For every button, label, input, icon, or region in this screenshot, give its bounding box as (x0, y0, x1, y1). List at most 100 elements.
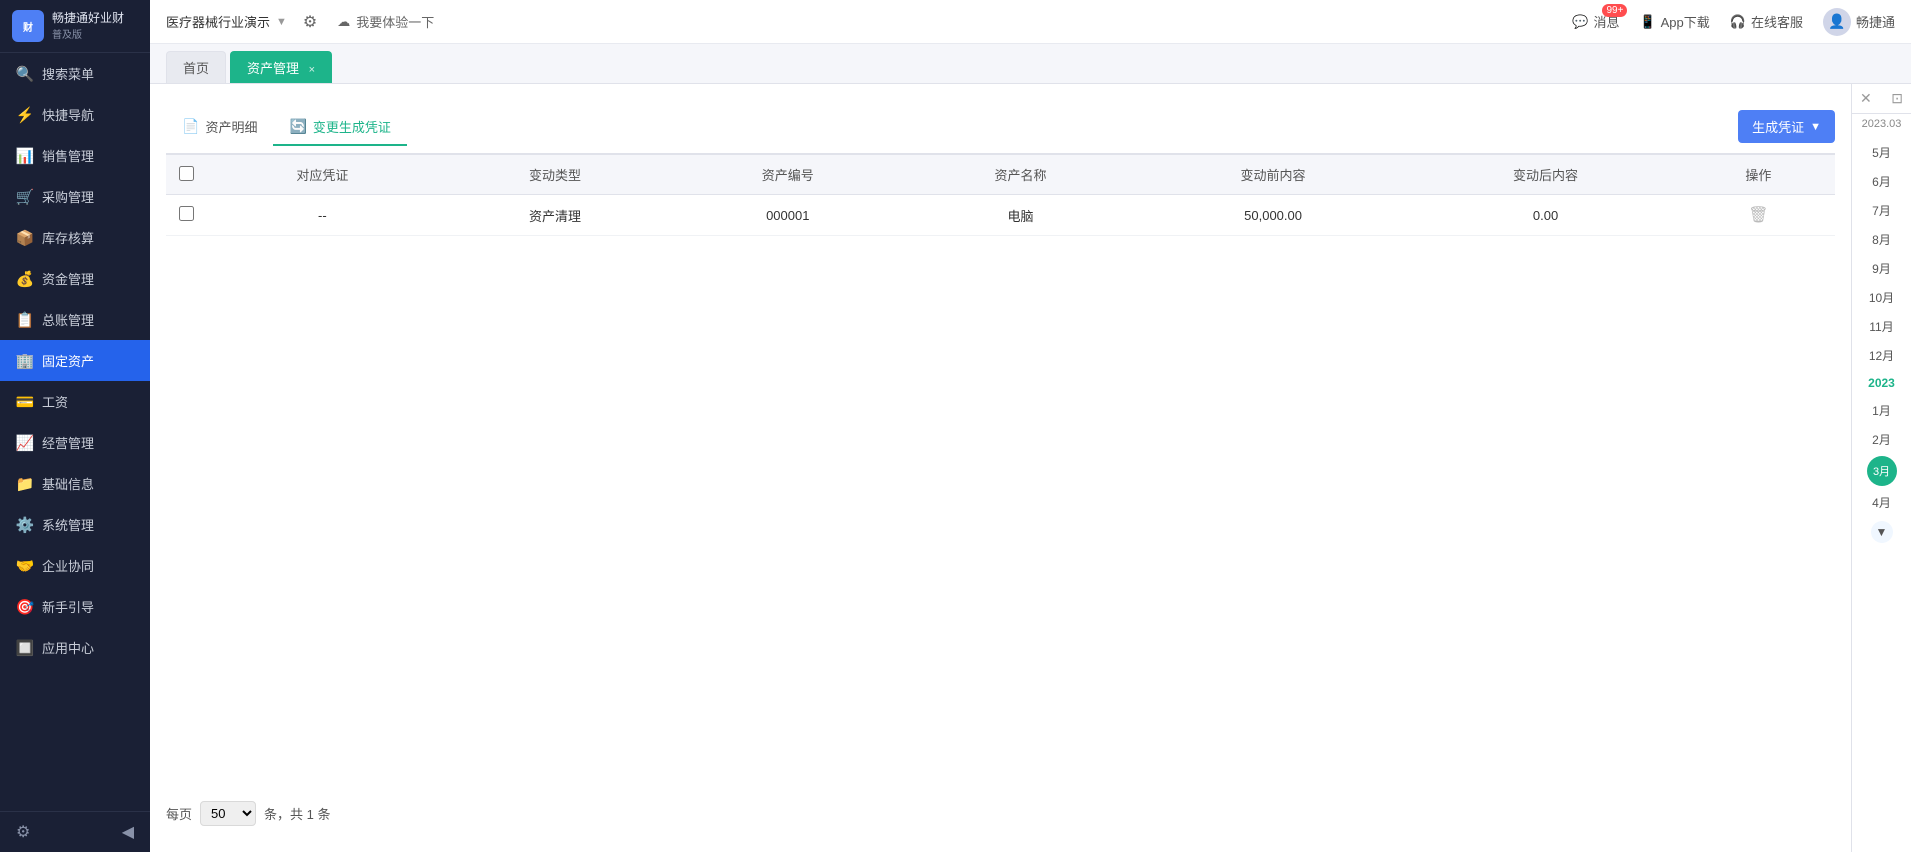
delete-row-button[interactable]: 🗑 (1748, 207, 1768, 224)
messages-button[interactable]: 💬 消息 99+ (1572, 12, 1619, 31)
calendar-month-item[interactable]: 11月 (1852, 312, 1911, 341)
year-month-label: 2023.03 (1852, 114, 1911, 134)
row-checkbox[interactable] (179, 206, 194, 221)
per-page-label: 每页 (166, 804, 192, 823)
tab-home[interactable]: 首页 (166, 51, 226, 83)
basic-info-icon: 📁 (16, 475, 34, 493)
calendar-month-item[interactable]: 12月 (1852, 341, 1911, 370)
total-count-label: 条，共 1 条 (264, 804, 330, 823)
sidebar-item-quick-nav[interactable]: ⚡快捷导航 (0, 94, 150, 135)
calendar-month-item[interactable]: 9月 (1852, 254, 1911, 283)
sidebar-label-purchase: 采购管理 (42, 187, 94, 206)
sidebar-label-apps: 应用中心 (42, 638, 94, 657)
app-download-icon: 📱 (1639, 14, 1655, 30)
inventory-icon: 📦 (16, 229, 34, 247)
sidebar-item-basic-info[interactable]: 📁基础信息 (0, 463, 150, 504)
company-selector[interactable]: 医疗器械行业演示 ▼ (166, 12, 287, 31)
sidebar-label-guide: 新手引导 (42, 597, 94, 616)
sidebar-item-enterprise[interactable]: 🤝企业协同 (0, 545, 150, 586)
customer-service-button[interactable]: 🎧 在线客服 (1730, 12, 1803, 31)
sidebar-item-apps[interactable]: 🔲应用中心 (0, 627, 150, 668)
sidebar-item-search[interactable]: 🔍搜索菜单 (0, 53, 150, 94)
calendar-month-item[interactable]: 6月 (1852, 167, 1911, 196)
calendar-month-item[interactable]: 4月 (1852, 488, 1911, 517)
sidebar: 财 畅捷通好业财 普及版 🔍搜索菜单⚡快捷导航📊销售管理🛒采购管理📦库存核算💰资… (0, 0, 150, 852)
main-area: 医疗器械行业演示 ▼ ⚙ ☁ 我要体验一下 💬 消息 99+ 📱 App下载 🎧… (150, 0, 1911, 852)
messages-icon: 💬 (1572, 14, 1588, 30)
sidebar-item-system[interactable]: ⚙️系统管理 (0, 504, 150, 545)
col-after: 变动后内容 (1409, 155, 1682, 195)
sidebar-nav: 🔍搜索菜单⚡快捷导航📊销售管理 🛒 采购管理 📦库存核算💰资金管理📋总账管理🏢固定资产… (0, 53, 150, 811)
col-asset-code: 资产编号 (671, 155, 904, 195)
sidebar-item-guide[interactable]: 🎯 新手引导 (0, 586, 150, 627)
sidebar-item-ledger[interactable]: 📋总账管理 (0, 299, 150, 340)
sidebar-item-purchase[interactable]: 🛒 采购管理 (0, 176, 150, 217)
sidebar-settings-icon[interactable]: ⚙ (16, 822, 30, 842)
col-voucher: 对应凭证 (206, 155, 439, 195)
sidebar-item-inventory[interactable]: 📦库存核算 (0, 217, 150, 258)
right-sidebar: ✕ ⊡ 2023.03 5月6月7月8月9月10月11月12月20231月2月3… (1851, 84, 1911, 852)
right-sidebar-expand-icon[interactable]: ⊡ (1891, 90, 1903, 107)
pagination: 每页 50 10 20 100 条，共 1 条 (166, 791, 1835, 836)
sidebar-collapse-icon[interactable]: ◀ (122, 822, 134, 842)
sidebar-label-funds: 资金管理 (42, 269, 94, 288)
calendar-month-item[interactable]: 8月 (1852, 225, 1911, 254)
sidebar-label-ledger: 总账管理 (42, 310, 94, 329)
sidebar-item-funds[interactable]: 💰资金管理 (0, 258, 150, 299)
sub-tab-change-voucher[interactable]: 🔄 变更生成凭证 (273, 109, 406, 146)
settings-icon[interactable]: ⚙ (303, 12, 317, 32)
sub-tab-asset-detail-label: 资产明细 (205, 117, 257, 136)
calendar-month-item[interactable]: 1月 (1852, 396, 1911, 425)
purchase-icon: 🛒 (16, 188, 34, 206)
change-voucher-icon: 🔄 (289, 118, 306, 135)
tab-asset-mgmt[interactable]: 资产管理 × (230, 51, 332, 83)
right-sidebar-close-icon[interactable]: ✕ (1860, 90, 1872, 107)
sub-tab-change-voucher-label: 变更生成凭证 (313, 117, 391, 136)
sidebar-item-salary[interactable]: 💳工资 (0, 381, 150, 422)
calendar-year-2023[interactable]: 2023 (1852, 370, 1911, 396)
topbar-right: 💬 消息 99+ 📱 App下载 🎧 在线客服 👤 畅捷通 (1572, 8, 1895, 36)
cell-change-type: 资产清理 (439, 195, 672, 236)
salary-icon: 💳 (16, 393, 34, 411)
customer-service-icon: 🎧 (1730, 14, 1746, 30)
calendar-month-item[interactable]: 5月 (1852, 138, 1911, 167)
sidebar-item-sales[interactable]: 📊销售管理 (0, 135, 150, 176)
asset-area: 📄 资产明细 🔄 变更生成凭证 生成凭证 ▼ (150, 84, 1851, 852)
experience-button[interactable]: ☁ 我要体验一下 (337, 12, 434, 31)
col-change-type: 变动类型 (439, 155, 672, 195)
calendar-month-item[interactable]: 3月 (1867, 456, 1897, 486)
app-name: 畅捷通好业财 (52, 11, 124, 27)
user-menu[interactable]: 👤 畅捷通 (1823, 8, 1895, 36)
guide-icon: 🎯 (16, 598, 34, 616)
calendar-month-item[interactable]: 2月 (1852, 425, 1911, 454)
cell-after: 0.00 (1409, 195, 1682, 236)
cell-asset-code: 000001 (671, 195, 904, 236)
company-name: 医疗器械行业演示 (166, 12, 270, 31)
col-before: 变动前内容 (1137, 155, 1410, 195)
calendar-month-item[interactable]: 7月 (1852, 196, 1911, 225)
sidebar-item-fixed-assets[interactable]: 🏢固定资产 (0, 340, 150, 381)
cell-asset-name: 电脑 (904, 195, 1137, 236)
table-row: -- 资产清理 000001 电脑 50,000.00 0.00 🗑 (166, 195, 1835, 236)
experience-icon: ☁ (337, 14, 350, 30)
sales-icon: 📊 (16, 147, 34, 165)
cell-before: 50,000.00 (1137, 195, 1410, 236)
app-download-button[interactable]: 📱 App下载 (1639, 12, 1709, 31)
username-label: 畅捷通 (1856, 12, 1895, 31)
sidebar-label-quick-nav: 快捷导航 (42, 105, 94, 124)
page-size-select[interactable]: 50 10 20 100 (200, 801, 256, 826)
app-logo-text: 畅捷通好业财 普及版 (52, 11, 124, 42)
operations-icon: 📈 (16, 434, 34, 452)
sidebar-label-fixed-assets: 固定资产 (42, 351, 94, 370)
calendar-nav-down[interactable]: ▼ (1871, 521, 1893, 543)
tab-close-icon[interactable]: × (309, 64, 315, 76)
sub-tab-asset-detail[interactable]: 📄 资产明细 (166, 109, 273, 146)
select-all-checkbox[interactable] (179, 166, 194, 181)
sidebar-item-operations[interactable]: 📈经营管理 (0, 422, 150, 463)
generate-voucher-button[interactable]: 生成凭证 ▼ (1738, 110, 1835, 143)
col-asset-name: 资产名称 (904, 155, 1137, 195)
asset-table: 对应凭证 变动类型 资产编号 资产名称 变动前内容 变动后内容 操作 -- 资产… (166, 154, 1835, 236)
calendar-month-item[interactable]: 10月 (1852, 283, 1911, 312)
sub-tabs: 📄 资产明细 🔄 变更生成凭证 生成凭证 ▼ (166, 100, 1835, 154)
table-header: 对应凭证 变动类型 资产编号 资产名称 变动前内容 变动后内容 操作 (166, 155, 1835, 195)
